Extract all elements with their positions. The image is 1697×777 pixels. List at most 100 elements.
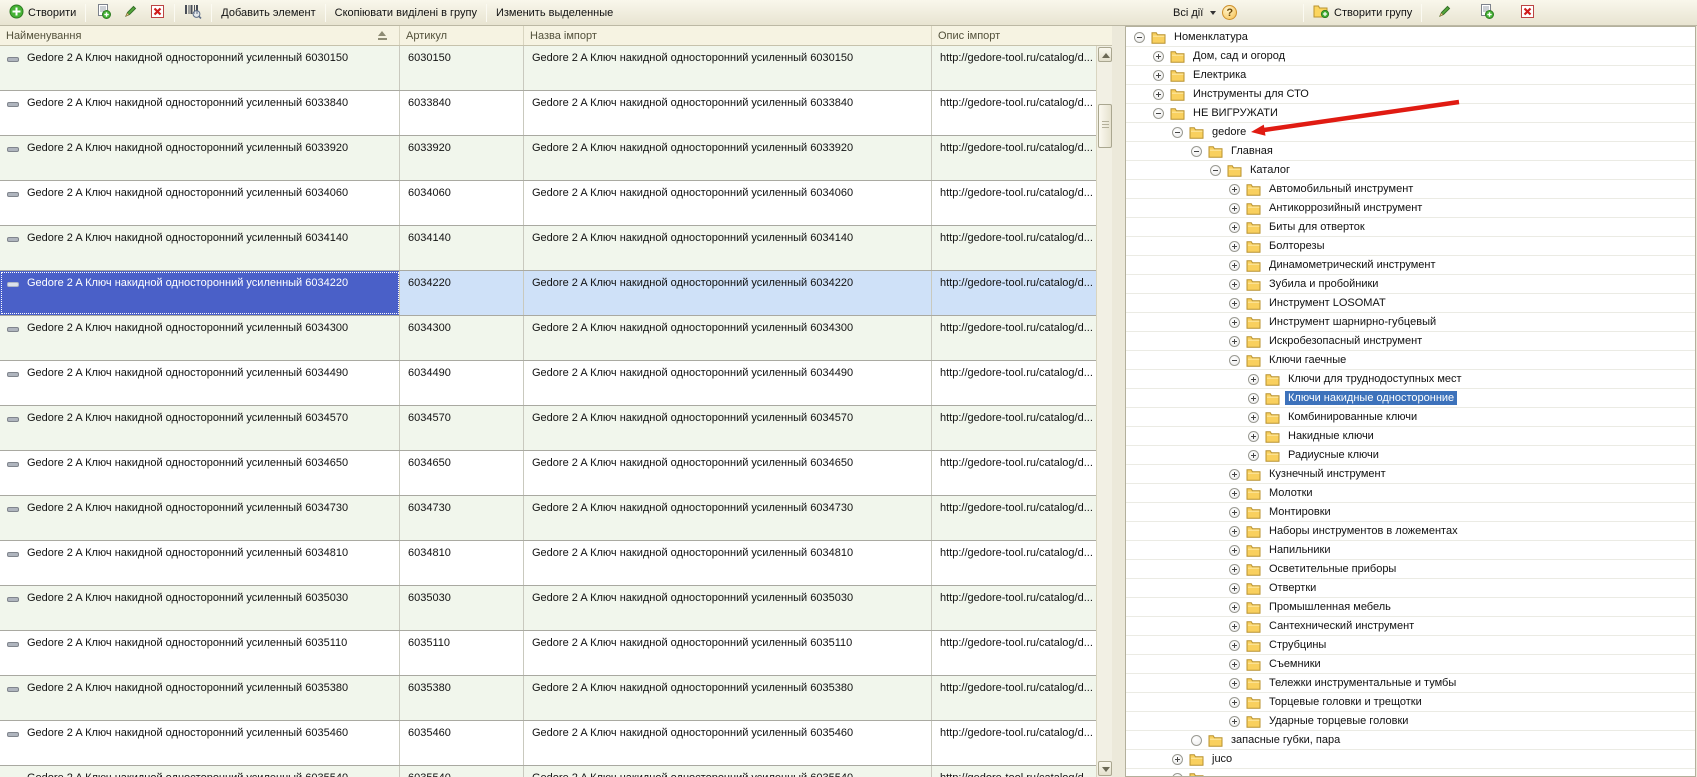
collapse-minus-icon[interactable] bbox=[1191, 145, 1202, 157]
tree-item[interactable]: Главная bbox=[1126, 142, 1695, 161]
tree-item-label[interactable]: juco bbox=[1209, 752, 1235, 766]
table-row[interactable]: Gedore 2 A Ключ накидной односторонний у… bbox=[0, 586, 1096, 631]
collapse-minus-icon[interactable] bbox=[1210, 164, 1221, 176]
edit-group-button[interactable] bbox=[1431, 2, 1458, 24]
tree-item[interactable]: Торцевые головки и трещотки bbox=[1126, 693, 1695, 712]
column-header-import-name[interactable]: Назва імпорт bbox=[524, 26, 932, 45]
tree-item-label[interactable]: Молотки bbox=[1266, 486, 1316, 500]
tree-item-label[interactable]: Електрика bbox=[1190, 68, 1249, 82]
expand-plus-icon[interactable] bbox=[1229, 715, 1240, 727]
table-row[interactable]: Gedore 2 A Ключ накидной односторонний у… bbox=[0, 271, 1096, 316]
tree-item-label[interactable]: Инструменты для СТО bbox=[1190, 87, 1312, 101]
expand-plus-icon[interactable] bbox=[1172, 772, 1183, 776]
expand-plus-icon[interactable] bbox=[1229, 506, 1240, 518]
scroll-up-button[interactable] bbox=[1098, 47, 1112, 62]
tree-item-label[interactable]: Ключи накидные односторонние bbox=[1285, 391, 1458, 405]
tree-item-label[interactable]: Инструмент LOSOMAT bbox=[1266, 296, 1389, 310]
tree-item[interactable]: Електрика bbox=[1126, 66, 1695, 85]
help-button[interactable]: ? bbox=[1222, 5, 1238, 20]
edit-selected-button[interactable]: Изменить выделенные bbox=[490, 2, 619, 24]
tree-item[interactable]: запасные губки, пара bbox=[1126, 731, 1695, 750]
tree-item-label[interactable]: Тележки инструментальные и тумбы bbox=[1266, 676, 1459, 690]
expand-plus-icon[interactable] bbox=[1229, 221, 1240, 233]
tree-item[interactable]: Дом, сад и огород bbox=[1126, 47, 1695, 66]
table-row[interactable]: Gedore 2 A Ключ накидной односторонний у… bbox=[0, 91, 1096, 136]
table-row[interactable]: Gedore 2 A Ключ накидной односторонний у… bbox=[0, 406, 1096, 451]
tree-item[interactable]: gedore bbox=[1126, 123, 1695, 142]
tree-item-label[interactable]: Зубила и пробойники bbox=[1266, 277, 1381, 291]
tree-item-label[interactable]: Наборы инструментов в ложементах bbox=[1266, 524, 1461, 538]
tree-item-label[interactable]: Каталог bbox=[1247, 163, 1293, 177]
table-row[interactable]: Gedore 2 A Ключ накидной односторонний у… bbox=[0, 361, 1096, 406]
expand-plus-icon[interactable] bbox=[1153, 69, 1164, 81]
table-row[interactable]: Gedore 2 A Ключ накидной односторонний у… bbox=[0, 136, 1096, 181]
collapse-minus-icon[interactable] bbox=[1172, 126, 1183, 138]
tree-item[interactable]: Антикоррозийный инструмент bbox=[1126, 199, 1695, 218]
table-row[interactable]: Gedore 2 A Ключ накидной односторонний у… bbox=[0, 631, 1096, 676]
tree-item-label[interactable]: Напильники bbox=[1266, 543, 1334, 557]
tree-item-label[interactable]: Радиусные ключи bbox=[1285, 448, 1382, 462]
expand-plus-icon[interactable] bbox=[1229, 335, 1240, 347]
tree-item[interactable]: Искробезопасный инструмент bbox=[1126, 332, 1695, 351]
expand-plus-icon[interactable] bbox=[1229, 240, 1240, 252]
tree-item-label[interactable]: Комбинированные ключи bbox=[1285, 410, 1420, 424]
tree-item-label[interactable]: Ударные торцевые головки bbox=[1266, 714, 1411, 728]
tree-item-label[interactable]: Промышленная мебель bbox=[1266, 600, 1394, 614]
expand-plus-icon[interactable] bbox=[1229, 316, 1240, 328]
expand-plus-icon[interactable] bbox=[1248, 411, 1259, 423]
expand-plus-icon[interactable] bbox=[1172, 753, 1183, 765]
expand-plus-icon[interactable] bbox=[1229, 582, 1240, 594]
table-row[interactable]: Gedore 2 A Ключ накидной односторонний у… bbox=[0, 496, 1096, 541]
expand-plus-icon[interactable] bbox=[1229, 259, 1240, 271]
tree-item-label[interactable]: Ключи для труднодоступных мест bbox=[1285, 372, 1465, 386]
tree-item-label[interactable]: Сантехнический инструмент bbox=[1266, 619, 1417, 633]
delete-item-button[interactable] bbox=[144, 2, 171, 24]
all-actions-button[interactable]: Всі дії bbox=[1167, 2, 1222, 24]
tree-item-label[interactable]: Съемники bbox=[1266, 657, 1324, 671]
table-row[interactable]: Gedore 2 A Ключ накидной односторонний у… bbox=[0, 46, 1096, 91]
delete-group-button[interactable] bbox=[1514, 2, 1541, 24]
create-button[interactable]: Створити bbox=[3, 2, 82, 24]
tree-item[interactable]: Болторезы bbox=[1126, 237, 1695, 256]
table-row[interactable]: Gedore 2 A Ключ накидной односторонний у… bbox=[0, 451, 1096, 496]
column-header-name[interactable]: Найменування bbox=[0, 26, 400, 45]
table-row[interactable]: Gedore 2 A Ключ накидной односторонний у… bbox=[0, 181, 1096, 226]
tree-item[interactable]: Тележки инструментальные и тумбы bbox=[1126, 674, 1695, 693]
collapse-minus-icon[interactable] bbox=[1153, 107, 1164, 119]
tree-item[interactable]: Инструменты для СТО bbox=[1126, 85, 1695, 104]
tree-item-label[interactable]: Биты для отверток bbox=[1266, 220, 1368, 234]
create-group-button[interactable]: Створити групу bbox=[1307, 2, 1418, 24]
tree-item[interactable]: Отвертки bbox=[1126, 579, 1695, 598]
scrollbar-thumb[interactable] bbox=[1098, 104, 1112, 148]
tree-item[interactable]: Инструмент шарнирно-губцевый bbox=[1126, 313, 1695, 332]
tree-item[interactable]: Биты для отверток bbox=[1126, 218, 1695, 237]
tree-item[interactable]: Наборы инструментов в ложементах bbox=[1126, 522, 1695, 541]
tree-item-label[interactable]: Накидные ключи bbox=[1285, 429, 1377, 443]
tree-item-label[interactable]: Дом, сад и огород bbox=[1190, 49, 1288, 63]
column-header-article[interactable]: Артикул bbox=[400, 26, 524, 45]
tree-item-label[interactable]: Монтировки bbox=[1266, 505, 1334, 519]
tree-item[interactable]: НЕ ВИГРУЖАТИ bbox=[1126, 104, 1695, 123]
table-row[interactable]: Gedore 2 A Ключ накидной односторонний у… bbox=[0, 541, 1096, 586]
tree-item[interactable]: Ключи для труднодоступных мест bbox=[1126, 370, 1695, 389]
tree-item[interactable] bbox=[1126, 769, 1695, 776]
expand-plus-icon[interactable] bbox=[1229, 202, 1240, 214]
tree-item[interactable]: Автомобильный инструмент bbox=[1126, 180, 1695, 199]
expand-plus-icon[interactable] bbox=[1248, 430, 1259, 442]
table-row[interactable]: Gedore 2 A Ключ накидной односторонний у… bbox=[0, 766, 1096, 777]
tree-item[interactable]: Номенклатура bbox=[1126, 28, 1695, 47]
tree-item[interactable]: Каталог bbox=[1126, 161, 1695, 180]
copy-group-button[interactable] bbox=[1472, 2, 1500, 24]
tree-item[interactable]: Инструмент LOSOMAT bbox=[1126, 294, 1695, 313]
copy-selected-to-group-button[interactable]: Скопіювати виділені в групу bbox=[329, 2, 483, 24]
expand-plus-icon[interactable] bbox=[1248, 449, 1259, 461]
expand-plus-icon[interactable] bbox=[1229, 696, 1240, 708]
expand-plus-icon[interactable] bbox=[1229, 183, 1240, 195]
tree-item-label[interactable]: Кузнечный инструмент bbox=[1266, 467, 1389, 481]
scroll-down-button[interactable] bbox=[1098, 761, 1112, 776]
tree-item[interactable]: Монтировки bbox=[1126, 503, 1695, 522]
tree-item-label[interactable]: Болторезы bbox=[1266, 239, 1328, 253]
tree-item-label[interactable]: gedore bbox=[1209, 125, 1249, 139]
vertical-scrollbar[interactable] bbox=[1096, 46, 1112, 777]
expand-plus-icon[interactable] bbox=[1229, 544, 1240, 556]
